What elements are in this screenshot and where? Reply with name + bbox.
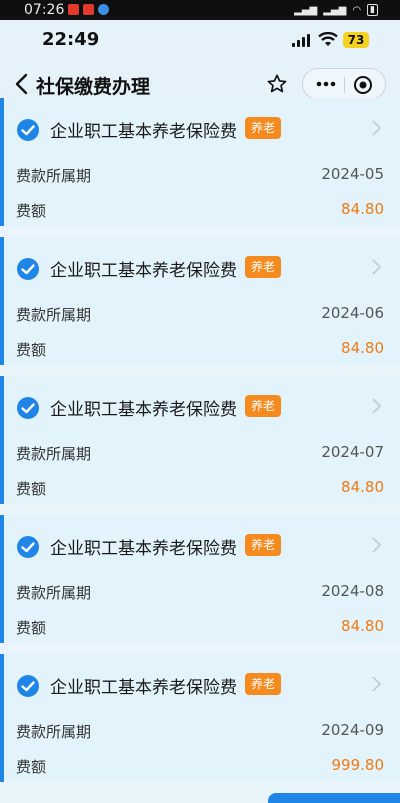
period-label: 费款所属期 xyxy=(16,723,92,741)
close-target-icon[interactable] xyxy=(353,75,373,95)
list-item[interactable]: 企业职工基本养老保险费 养老 费款所属期 2024-07 费额 84.80 xyxy=(0,376,400,504)
tag-badge: 养老 xyxy=(245,673,281,695)
list-item[interactable]: 企业职工基本养老保险费 养老 费款所属期 2024-08 费额 84.80 xyxy=(0,515,400,643)
signal-icon xyxy=(292,34,310,47)
outer-wifi-icon: ◠ xyxy=(352,4,362,16)
amount-label: 费额 xyxy=(16,341,47,359)
back-icon[interactable] xyxy=(12,72,34,96)
period-value: 2024-08 xyxy=(321,582,384,600)
chevron-right-icon[interactable] xyxy=(370,674,382,694)
amount-value: 84.80 xyxy=(341,478,384,496)
bottom-action-button[interactable] xyxy=(268,793,400,803)
notification-app-icon xyxy=(83,4,94,15)
amount-label: 费额 xyxy=(16,480,47,498)
outer-signal-icon: ▂▄▆ xyxy=(323,4,347,16)
check-circle-icon[interactable] xyxy=(16,118,40,142)
amount-label: 费额 xyxy=(16,202,47,220)
period-value: 2024-07 xyxy=(321,443,384,461)
tag-badge: 养老 xyxy=(245,395,281,417)
outer-indicators: ▂▄▆ ▂▄▆ ◠ ▮ xyxy=(294,4,378,16)
star-icon[interactable] xyxy=(266,73,288,95)
page-title: 社保缴费办理 xyxy=(36,76,151,98)
chevron-right-icon[interactable] xyxy=(370,396,382,416)
check-circle-icon[interactable] xyxy=(16,257,40,281)
tag-badge: 养老 xyxy=(245,534,281,556)
period-label: 费款所属期 xyxy=(16,445,92,463)
amount-label: 费额 xyxy=(16,758,47,776)
list-item[interactable]: 企业职工基本养老保险费 养老 费款所属期 2024-05 费额 84.80 xyxy=(0,98,400,226)
status-time: 22:49 xyxy=(42,29,100,50)
period-value: 2024-06 xyxy=(321,304,384,322)
more-icon[interactable] xyxy=(315,77,337,91)
item-title: 企业职工基本养老保险费 xyxy=(50,678,237,698)
wifi-icon xyxy=(318,31,338,46)
notification-app-icon xyxy=(98,4,109,15)
amount-value: 84.80 xyxy=(341,339,384,357)
chevron-right-icon[interactable] xyxy=(370,118,382,138)
outer-status-bar: 07:26 ▂▄▆ ▂▄▆ ◠ ▮ xyxy=(0,0,400,20)
check-circle-icon[interactable] xyxy=(16,674,40,698)
list-item[interactable]: 企业职工基本养老保险费 养老 费款所属期 2024-06 费额 84.80 xyxy=(0,237,400,365)
period-label: 费款所属期 xyxy=(16,167,92,185)
notification-icons xyxy=(68,4,109,15)
outer-time: 07:26 xyxy=(24,2,65,18)
list-item[interactable]: 企业职工基本养老保险费 养老 费款所属期 2024-09 费额 999.80 xyxy=(0,654,400,782)
battery-icon: 73 xyxy=(343,32,369,48)
amount-label: 费额 xyxy=(16,619,47,637)
amount-value: 84.80 xyxy=(341,200,384,218)
period-label: 费款所属期 xyxy=(16,306,92,324)
tag-badge: 养老 xyxy=(245,117,281,139)
item-title: 企业职工基本养老保险费 xyxy=(50,539,237,559)
tag-badge: 养老 xyxy=(245,256,281,278)
item-title: 企业职工基本养老保险费 xyxy=(50,400,237,420)
notification-app-icon xyxy=(68,4,79,15)
amount-value: 84.80 xyxy=(341,617,384,635)
check-circle-icon[interactable] xyxy=(16,535,40,559)
capsule-divider xyxy=(344,77,345,93)
chevron-right-icon[interactable] xyxy=(370,257,382,277)
period-value: 2024-05 xyxy=(321,165,384,183)
chevron-right-icon[interactable] xyxy=(370,535,382,555)
outer-signal-icon: ▂▄▆ xyxy=(294,4,318,16)
check-circle-icon[interactable] xyxy=(16,396,40,420)
outer-battery-icon: ▮ xyxy=(367,4,378,16)
miniapp-capsule xyxy=(302,68,386,100)
status-bar: 22:49 73 xyxy=(0,20,400,60)
item-title: 企业职工基本养老保险费 xyxy=(50,261,237,281)
period-value: 2024-09 xyxy=(321,721,384,739)
period-label: 费款所属期 xyxy=(16,584,92,602)
item-title: 企业职工基本养老保险费 xyxy=(50,122,237,142)
amount-value: 999.80 xyxy=(331,756,385,774)
